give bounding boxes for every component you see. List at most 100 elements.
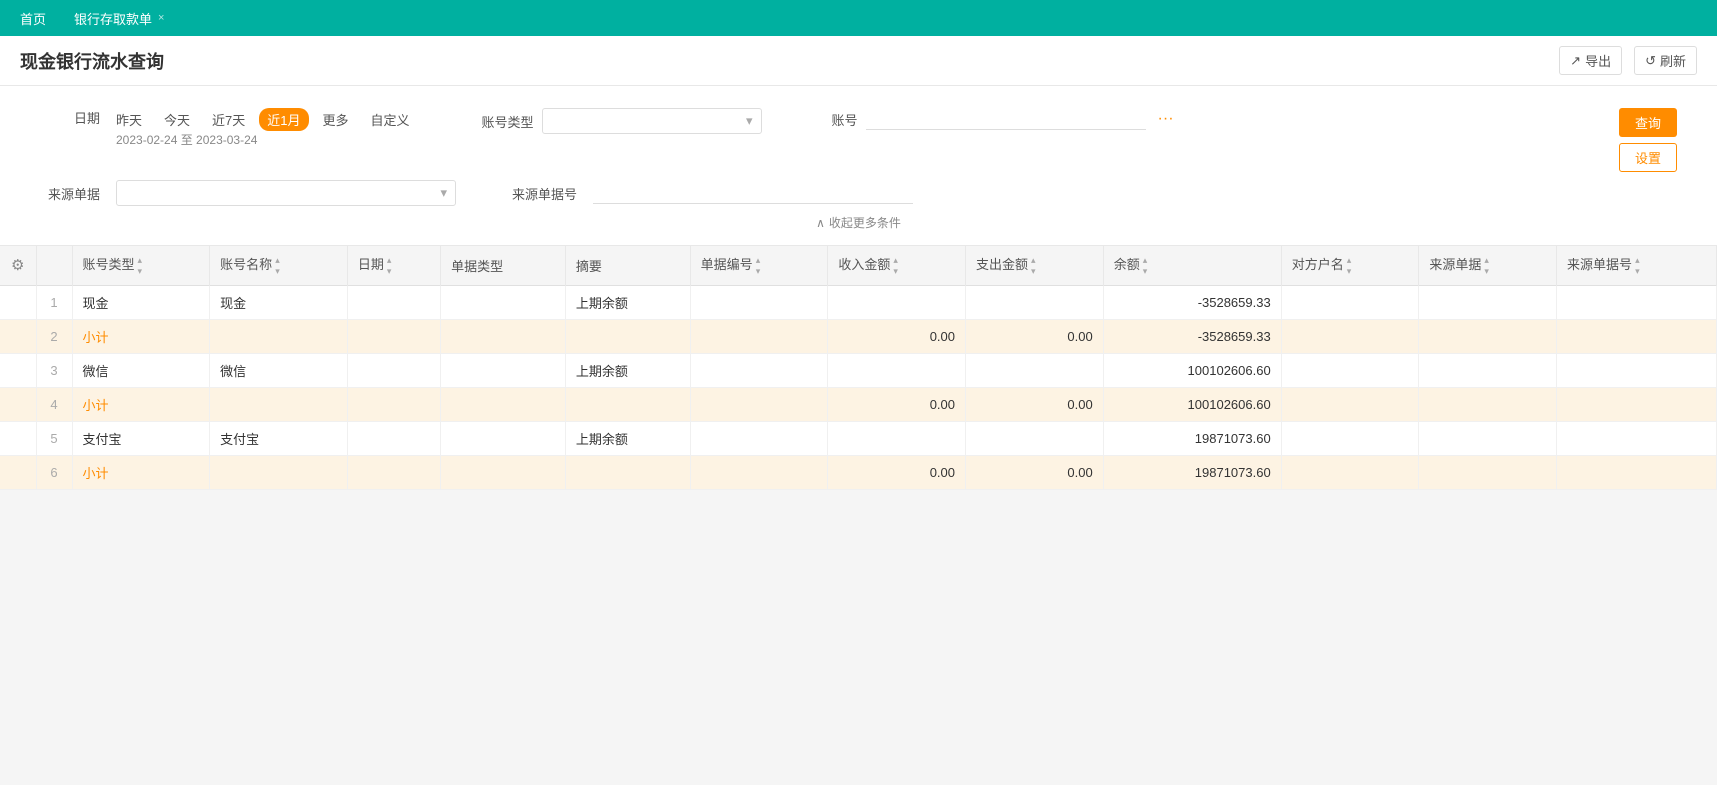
cell-source_doc_no-1 (1557, 319, 1717, 353)
cell-date-2 (347, 353, 440, 387)
cell-balance-2: 100102606.60 (1103, 353, 1281, 387)
sort-icon-account_name[interactable]: ▴▾ (275, 255, 280, 277)
cell-balance-4: 19871073.60 (1103, 421, 1281, 455)
account-type-filter: 账号类型 ▾ (474, 108, 762, 134)
cell-doc_type-0 (441, 285, 566, 319)
cell-date-4 (347, 421, 440, 455)
table-row: 2小计0.000.00-3528659.33 (0, 319, 1717, 353)
source-doc-select[interactable]: ▾ (116, 180, 456, 206)
source-doc-no-input[interactable] (593, 182, 913, 204)
cell-expense-3: 0.00 (966, 387, 1104, 421)
cell-expense-0 (966, 285, 1104, 319)
cell-summary-3 (565, 387, 690, 421)
refresh-button[interactable]: ↺ 刷新 (1634, 46, 1697, 75)
date-opt-自定义[interactable]: 自定义 (363, 108, 418, 131)
source-doc-chevron-icon: ▾ (440, 185, 447, 201)
column-header-account_type[interactable]: 账号类型▴▾ (72, 246, 210, 285)
column-header-income[interactable]: 收入金额▴▾ (828, 246, 966, 285)
cell-date-1 (347, 319, 440, 353)
sort-icon-doc_no[interactable]: ▴▾ (756, 255, 761, 277)
date-range: 2023-02-24 至 2023-03-24 (116, 131, 418, 148)
cell-balance-1: -3528659.33 (1103, 319, 1281, 353)
cell-account_type-0: 现金 (72, 285, 210, 319)
filter-row-2: 来源单据 ▾ 来源单据号 (20, 172, 1697, 210)
table-body: 1现金现金上期余额-3528659.332小计0.000.00-3528659.… (0, 285, 1717, 489)
page-title: 现金银行流水查询 (20, 48, 164, 74)
nav-tabs: 收款单×付款单×其他收入单×应收应付调整单×银行存取款单×预收冲应收单×收款核销… (62, 0, 202, 36)
date-opt-近1月[interactable]: 近1月 (259, 108, 308, 131)
cell-counterparty-4 (1281, 421, 1419, 455)
row-settings-5 (0, 455, 36, 489)
account-input[interactable] (866, 108, 1146, 130)
filter-actions: 查询 设置 (1619, 108, 1677, 172)
settings-button[interactable]: 设置 (1619, 143, 1677, 172)
cell-date-0 (347, 285, 440, 319)
account-filter: 账号 ··· (798, 108, 1178, 130)
query-button[interactable]: 查询 (1619, 108, 1677, 137)
cell-balance-0: -3528659.33 (1103, 285, 1281, 319)
chevron-down-icon: ▾ (746, 113, 753, 129)
column-header-doc_no[interactable]: 单据编号▴▾ (690, 246, 828, 285)
collapse-bar[interactable]: ∧ 收起更多条件 (20, 210, 1697, 233)
nav-home[interactable]: 首页 (4, 0, 62, 36)
cell-doc_no-1 (690, 319, 828, 353)
account-type-label: 账号类型 (474, 112, 534, 131)
cell-source_doc-3 (1419, 387, 1557, 421)
column-header-source_doc[interactable]: 来源单据▴▾ (1419, 246, 1557, 285)
export-button[interactable]: ↗ 导出 (1559, 46, 1622, 75)
column-header-counterparty[interactable]: 对方户名▴▾ (1281, 246, 1419, 285)
sort-icon-source_doc[interactable]: ▴▾ (1484, 255, 1489, 277)
row-number-1: 2 (36, 319, 72, 353)
chevron-up-icon: ∧ (816, 216, 825, 230)
column-header-date[interactable]: 日期▴▾ (347, 246, 440, 285)
table-row: 5支付宝支付宝上期余额19871073.60 (0, 421, 1717, 455)
sort-icon-account_type[interactable]: ▴▾ (138, 255, 143, 277)
cell-doc_no-2 (690, 353, 828, 387)
cell-income-5: 0.00 (828, 455, 966, 489)
cell-expense-4 (966, 421, 1104, 455)
column-header-expense[interactable]: 支出金额▴▾ (966, 246, 1104, 285)
nav-tab-银行存取款单[interactable]: 银行存取款单× (62, 0, 202, 36)
cell-income-0 (828, 285, 966, 319)
cell-expense-1: 0.00 (966, 319, 1104, 353)
cell-expense-5: 0.00 (966, 455, 1104, 489)
date-opt-今天[interactable]: 今天 (156, 108, 198, 131)
cell-account_name-5 (210, 455, 348, 489)
cell-source_doc_no-0 (1557, 285, 1717, 319)
date-opt-近7天[interactable]: 近7天 (204, 108, 253, 131)
date-opt-昨天[interactable]: 昨天 (108, 108, 150, 131)
source-doc-label: 来源单据 (40, 184, 100, 203)
cell-counterparty-1 (1281, 319, 1419, 353)
column-header-account_name[interactable]: 账号名称▴▾ (210, 246, 348, 285)
sort-icon-balance[interactable]: ▴▾ (1143, 255, 1148, 277)
row-number-4: 5 (36, 421, 72, 455)
column-header-balance[interactable]: 余额▴▾ (1103, 246, 1281, 285)
cell-income-2 (828, 353, 966, 387)
column-header-summary: 摘要 (565, 246, 690, 285)
sort-icon-source_doc_no[interactable]: ▴▾ (1635, 255, 1640, 277)
cell-doc_type-1 (441, 319, 566, 353)
sort-icon-income[interactable]: ▴▾ (893, 255, 898, 277)
cell-summary-4: 上期余额 (565, 421, 690, 455)
sort-icon-date[interactable]: ▴▾ (387, 255, 392, 277)
cell-balance-5: 19871073.60 (1103, 455, 1281, 489)
column-header-source_doc_no[interactable]: 来源单据号▴▾ (1557, 246, 1717, 285)
cell-income-4 (828, 421, 966, 455)
settings-column-header: ⚙ (0, 246, 36, 285)
account-type-select[interactable]: ▾ (542, 108, 762, 134)
date-options: 昨天今天近7天近1月更多自定义 (108, 108, 418, 131)
cell-doc_no-4 (690, 421, 828, 455)
row-settings-4 (0, 421, 36, 455)
table-area: ⚙账号类型▴▾账号名称▴▾日期▴▾单据类型摘要单据编号▴▾收入金额▴▾支出金额▴… (0, 246, 1717, 490)
cell-balance-3: 100102606.60 (1103, 387, 1281, 421)
sort-icon-counterparty[interactable]: ▴▾ (1347, 255, 1352, 277)
sort-icon-expense[interactable]: ▴▾ (1031, 255, 1036, 277)
gear-icon[interactable]: ⚙ (11, 257, 24, 274)
cell-source_doc_no-5 (1557, 455, 1717, 489)
cell-expense-2 (966, 353, 1104, 387)
cell-source_doc-1 (1419, 319, 1557, 353)
cell-source_doc-4 (1419, 421, 1557, 455)
date-opt-更多[interactable]: 更多 (315, 108, 357, 131)
account-ellipsis-button[interactable]: ··· (1154, 110, 1178, 128)
close-icon[interactable]: × (158, 12, 164, 24)
